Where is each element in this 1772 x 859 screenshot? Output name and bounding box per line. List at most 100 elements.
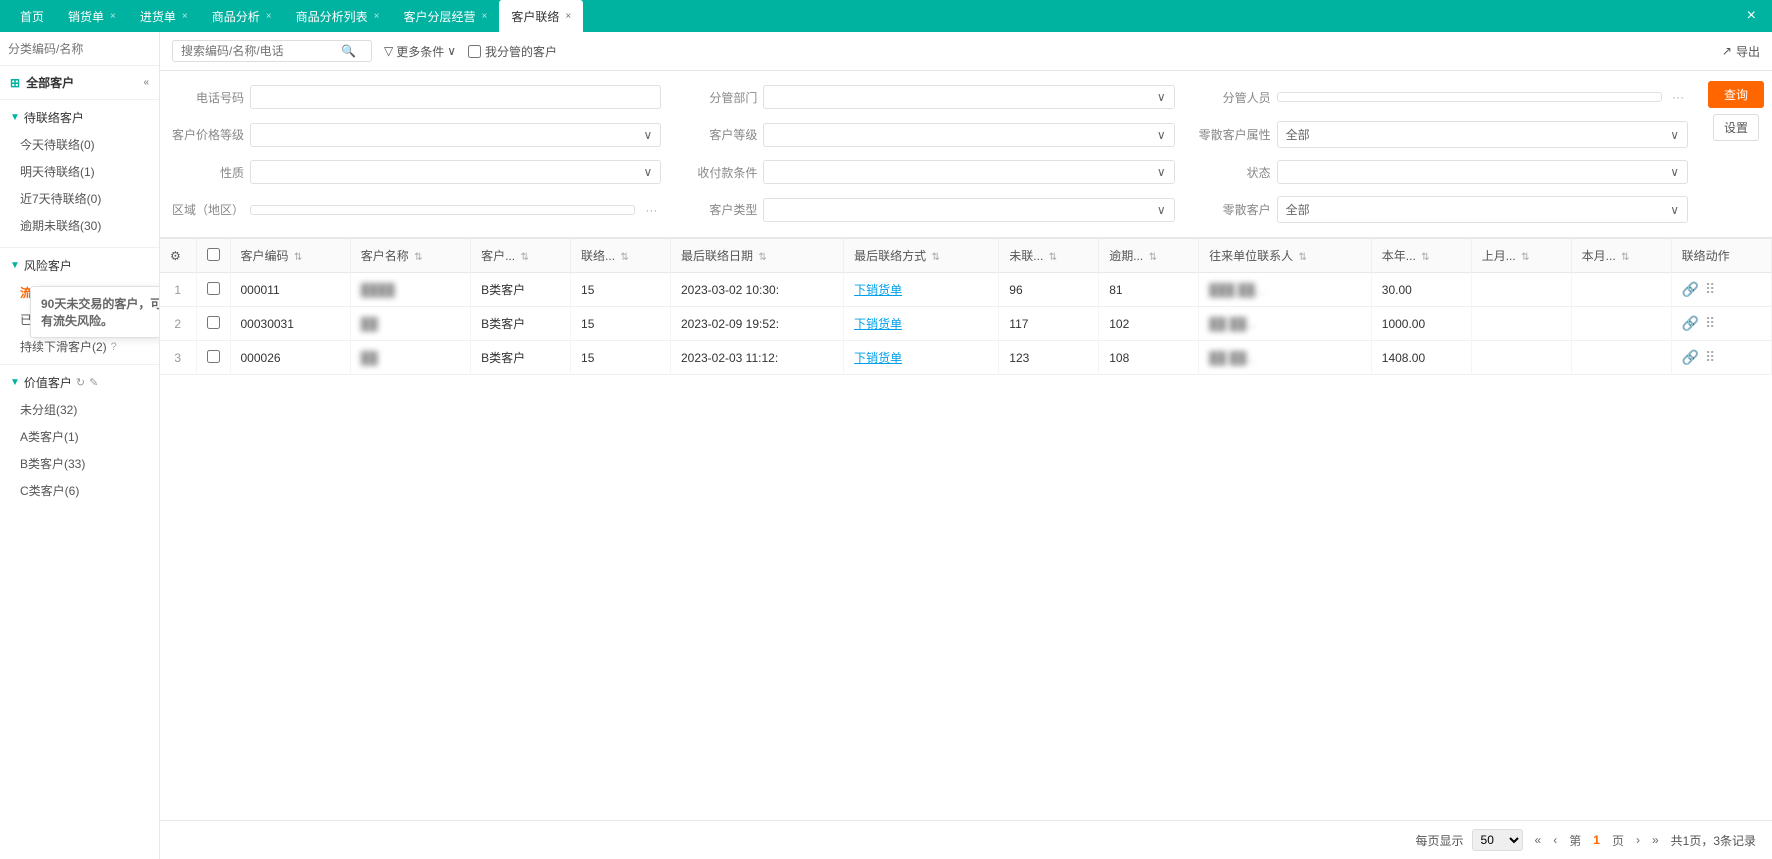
col-last-date[interactable]: 最后联络日期 ⇅	[670, 239, 843, 273]
sidebar-item-class-b[interactable]: B类客户(33)	[0, 450, 159, 477]
col-name[interactable]: 客户名称 ⇅	[350, 239, 470, 273]
cell-overdue: 102	[1099, 307, 1199, 341]
row-checkbox-cell[interactable]	[196, 273, 230, 307]
col-code[interactable]: 客户编码 ⇅	[230, 239, 350, 273]
cell-not-contacted: 117	[999, 307, 1099, 341]
sidebar-group-risk-title[interactable]: ▼ 风险客户	[0, 252, 159, 279]
zero-customer-arrow: ∨	[1670, 203, 1679, 217]
last-page-btn[interactable]: »	[1648, 831, 1663, 849]
search-input[interactable]	[181, 44, 341, 58]
close-analysis-tab[interactable]: ×	[266, 11, 272, 22]
col-type[interactable]: 客户... ⇅	[471, 239, 571, 273]
sidebar-item-ungroup[interactable]: 未分组(32)	[0, 396, 159, 423]
sort-contacts-icon: ⇅	[620, 252, 628, 263]
sidebar-item-tomorrow[interactable]: 明天待联络(1)	[0, 158, 159, 185]
nav-sales[interactable]: 销货单 ×	[56, 0, 128, 32]
prev-page-btn[interactable]: ‹	[1549, 831, 1561, 849]
sidebar-item-today[interactable]: 今天待联络(0)	[0, 131, 159, 158]
status-select[interactable]: ∨	[1277, 160, 1688, 184]
col-not-contacted[interactable]: 未联... ⇅	[999, 239, 1099, 273]
more-conditions-btn[interactable]: ▽ 更多条件 ∨	[384, 43, 456, 60]
close-sales-tab[interactable]: ×	[110, 11, 116, 22]
payment-select[interactable]: ∨	[763, 160, 1174, 184]
collapse-sidebar-icon[interactable]: «	[143, 77, 149, 88]
row-checkbox[interactable]	[207, 282, 220, 295]
col-overdue[interactable]: 逾期... ⇅	[1099, 239, 1199, 273]
action-menu-icon[interactable]: ⠿	[1705, 315, 1715, 332]
search-icon-orange[interactable]: 🔍	[341, 44, 356, 58]
zero-customer-select[interactable]: 全部 ∨	[1277, 196, 1688, 223]
nav-customer-tier[interactable]: 客户分层经营 ×	[391, 0, 499, 32]
select-all-checkbox[interactable]	[207, 248, 220, 261]
col-contact-person[interactable]: 往来单位联系人 ⇅	[1199, 239, 1372, 273]
dept-select-arrow: ∨	[1157, 90, 1166, 104]
cell-last-way[interactable]: 下销货单	[844, 341, 999, 375]
col-contacts[interactable]: 联络... ⇅	[571, 239, 671, 273]
col-this-year[interactable]: 本年... ⇅	[1371, 239, 1471, 273]
query-button[interactable]: 查询	[1708, 81, 1764, 108]
customer-grade-select[interactable]: ∨	[763, 123, 1174, 147]
col-select-all[interactable]	[196, 239, 230, 273]
table-row: 1 000011 ████ B类客户 15 2023-03-02 10:30: …	[160, 273, 1772, 307]
col-this-month[interactable]: 本月... ⇅	[1571, 239, 1671, 273]
close-product-list-tab[interactable]: ×	[374, 11, 380, 22]
sidebar-item-7days[interactable]: 近7天待联络(0)	[0, 185, 159, 212]
cell-action: 🔗 ⠿	[1671, 341, 1771, 375]
action-link-icon[interactable]: 🔗	[1682, 349, 1699, 366]
action-menu-icon[interactable]: ⠿	[1705, 349, 1715, 366]
region-dots[interactable]: ···	[641, 203, 661, 217]
sidebar-item-class-c[interactable]: C类客户(6)	[0, 477, 159, 504]
region-input[interactable]	[250, 205, 635, 215]
cell-last-way[interactable]: 下销货单	[844, 273, 999, 307]
dept-select[interactable]: ∨	[763, 85, 1174, 109]
close-customer-contact-tab[interactable]: ×	[565, 11, 571, 22]
nav-purchase[interactable]: 进货单 ×	[128, 0, 200, 32]
window-close[interactable]: ×	[1739, 7, 1764, 25]
refresh-icon[interactable]: ↻	[76, 376, 85, 389]
row-checkbox[interactable]	[207, 350, 220, 363]
cell-action: 🔗 ⠿	[1671, 307, 1771, 341]
search-box: 🔍	[172, 40, 372, 62]
customer-type-select[interactable]: ∨	[763, 198, 1174, 222]
row-checkbox[interactable]	[207, 316, 220, 329]
nav-product-list[interactable]: 商品分析列表 ×	[284, 0, 392, 32]
person-dots[interactable]: ···	[1668, 90, 1688, 104]
cell-last-way[interactable]: 下销货单	[844, 307, 999, 341]
action-link-icon[interactable]: 🔗	[1682, 315, 1699, 332]
per-page-select[interactable]: 50 100 200	[1472, 829, 1523, 851]
sort-way-icon: ⇅	[931, 252, 939, 263]
settings-button[interactable]: 设置	[1713, 114, 1759, 141]
nav-product-analysis[interactable]: 商品分析 ×	[200, 0, 284, 32]
cell-contact-person: ███ ██...	[1199, 273, 1372, 307]
nature-select[interactable]: ∨	[250, 160, 661, 184]
row-checkbox-cell[interactable]	[196, 341, 230, 375]
sidebar-group-value-title[interactable]: ▼ 价值客户 ↻ ✎	[0, 369, 159, 396]
col-last-way[interactable]: 最后联络方式 ⇅	[844, 239, 999, 273]
action-link-icon[interactable]: 🔗	[1682, 281, 1699, 298]
phone-input[interactable]	[250, 85, 661, 109]
close-purchase-tab[interactable]: ×	[182, 11, 188, 22]
price-grade-select[interactable]: ∨	[250, 123, 661, 147]
first-page-btn[interactable]: «	[1531, 831, 1546, 849]
sidebar-item-overdue[interactable]: 逾期未联络(30)	[0, 212, 159, 239]
close-customer-tier-tab[interactable]: ×	[481, 11, 487, 22]
advanced-filter-panel: 电话号码 分管部门 ∨ 分管人员	[160, 71, 1772, 239]
action-menu-icon[interactable]: ⠿	[1705, 281, 1715, 298]
zero-attr-select[interactable]: 全部 ∨	[1277, 121, 1688, 148]
sidebar-item-churn-warning[interactable]: 流失预警客户(3) ⚠ 90天未交易的客户，可能有流失风险。	[0, 279, 159, 306]
nature-arrow: ∨	[644, 165, 653, 179]
export-btn[interactable]: ↗ 导出	[1722, 43, 1760, 60]
sidebar-item-class-a[interactable]: A类客户(1)	[0, 423, 159, 450]
nav-home[interactable]: 首页	[8, 0, 56, 32]
row-checkbox-cell[interactable]	[196, 307, 230, 341]
my-customers-checkbox[interactable]	[468, 45, 481, 58]
all-customers-header[interactable]: ⊞ 全部客户 «	[0, 66, 159, 100]
col-gear[interactable]: ⚙	[160, 239, 196, 273]
col-last-month[interactable]: 上月... ⇅	[1471, 239, 1571, 273]
nav-customer-contact[interactable]: 客户联络 ×	[499, 0, 583, 32]
sidebar-search-input[interactable]	[8, 42, 160, 56]
person-select[interactable]	[1277, 92, 1662, 102]
sidebar-group-pending-title[interactable]: ▼ 待联络客户	[0, 104, 159, 131]
edit-icon[interactable]: ✎	[89, 376, 98, 389]
next-page-btn[interactable]: ›	[1632, 831, 1644, 849]
